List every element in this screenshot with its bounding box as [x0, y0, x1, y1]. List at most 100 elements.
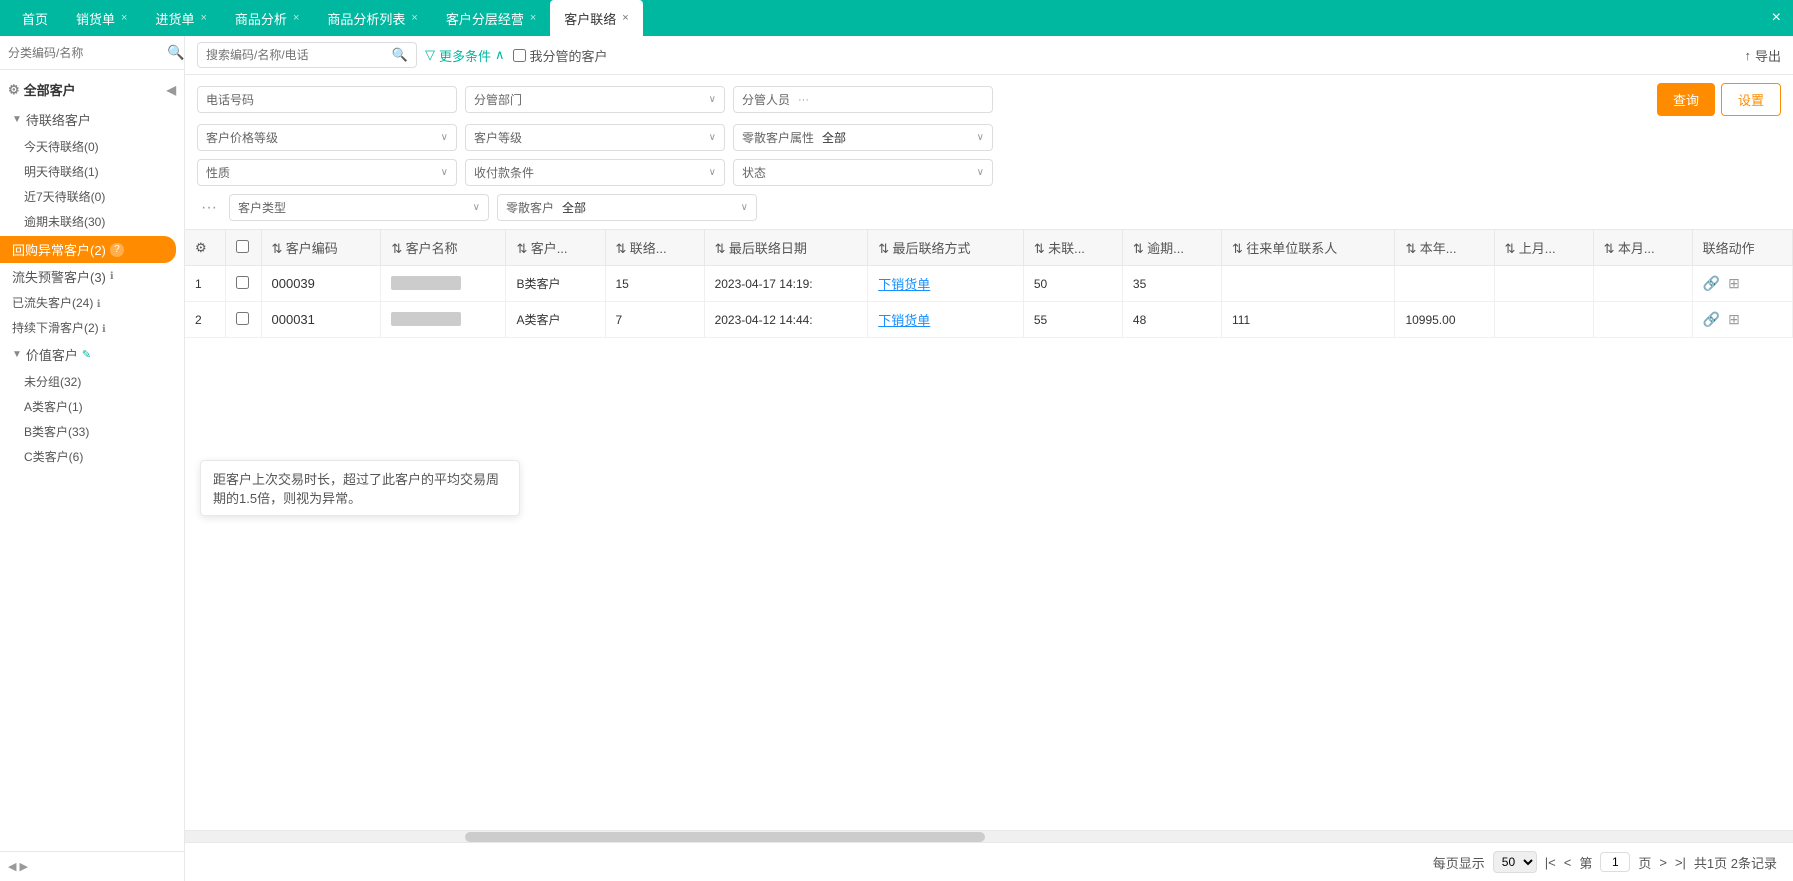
- table-row: 2 000031 A类客户 7 2023-04-12 14:44:: [185, 302, 1793, 338]
- collapse-icon[interactable]: ◀: [167, 83, 176, 97]
- b-class-customers[interactable]: B类客户(33): [0, 419, 184, 444]
- page-number-input[interactable]: [1600, 852, 1630, 872]
- row2-actions: 🔗 ⊞: [1703, 311, 1782, 328]
- sidebar-search-icon[interactable]: 🔍: [167, 44, 184, 61]
- row1-link-icon[interactable]: 🔗: [1703, 275, 1720, 292]
- filter-row-4: ··· 客户类型 ∨ 零散客户 全部 ∨: [197, 194, 1781, 221]
- row1-last-method[interactable]: 下销货单: [868, 266, 1024, 302]
- col-this-month: ⇅ 本月...: [1593, 230, 1692, 266]
- nav-home[interactable]: 首页: [8, 0, 62, 36]
- repurchase-abnormal[interactable]: 回购异常客户(2) ?: [0, 236, 176, 263]
- my-customers-filter[interactable]: 我分管的客户: [513, 46, 608, 65]
- edit-value-icon[interactable]: ✎: [82, 348, 91, 361]
- customer-level-filter[interactable]: 客户等级 ∨: [465, 124, 725, 151]
- settings-button[interactable]: 设置: [1721, 83, 1781, 116]
- churn-warning[interactable]: 流失预警客户(3) ℹ: [0, 263, 184, 290]
- sidebar-bottom: ◀ ▶: [0, 851, 184, 881]
- all-customers-header[interactable]: ⚙ 全部客户 ◀: [0, 74, 184, 105]
- nav-close-purchase-order[interactable]: ×: [200, 12, 206, 24]
- pagination-bar: 每页显示 50 |< < 第 页 > >| 共1页 2条记录: [185, 842, 1793, 881]
- next-last-btn[interactable]: >|: [1675, 855, 1686, 870]
- nav-purchase-order[interactable]: 进货单 ×: [141, 0, 220, 36]
- row2-this-month: [1593, 302, 1692, 338]
- next-btn[interactable]: >: [1659, 855, 1667, 870]
- today-waiting[interactable]: 今天待联络(0): [0, 134, 184, 159]
- prev-first-btn[interactable]: |<: [1545, 855, 1556, 870]
- row2-link-icon[interactable]: 🔗: [1703, 311, 1720, 328]
- nav-close-sales-order[interactable]: ×: [121, 12, 127, 24]
- sidebar-search-input[interactable]: [8, 46, 163, 60]
- nav-close-customer-contact[interactable]: ×: [622, 12, 628, 24]
- customer-type-filter[interactable]: 客户类型 ∨: [229, 194, 489, 221]
- customer-search-icon[interactable]: 🔍: [392, 47, 408, 63]
- tomorrow-waiting[interactable]: 明天待联络(1): [0, 159, 184, 184]
- main-content: 🔍 ▽ 更多条件 ∧ 我分管的客户 ↑ 导出 电话号码: [185, 36, 1793, 881]
- search-box: 🔍: [197, 42, 417, 68]
- nav-close-customer-tier[interactable]: ×: [530, 12, 536, 24]
- unassigned-group[interactable]: 未分组(32): [0, 369, 184, 394]
- sort-icon-this-year: ⇅: [1405, 241, 1416, 256]
- query-button[interactable]: 查询: [1657, 83, 1715, 116]
- overdue-waiting[interactable]: 逾期未联络(30): [0, 209, 184, 234]
- nav-customer-tier[interactable]: 客户分层经营 ×: [432, 0, 550, 36]
- sort-icon-code: ⇅: [272, 241, 283, 256]
- col-checkbox[interactable]: [225, 230, 261, 266]
- export-button[interactable]: ↑ 导出: [1744, 46, 1781, 65]
- my-customers-checkbox[interactable]: [513, 49, 526, 62]
- value-section-title[interactable]: ▼ 价值客户 ✎: [0, 340, 184, 369]
- main-layout: 🔍 ⚙ 全部客户 ◀ ▼ 待联络客户 今天待联络(0) 明天待联络(1) 近7天…: [0, 36, 1793, 881]
- customer-search-input[interactable]: [206, 48, 392, 62]
- select-all-checkbox[interactable]: [236, 240, 249, 253]
- manager-filter[interactable]: 分管人员 ···: [733, 86, 993, 113]
- row2-name: [381, 302, 506, 338]
- more-conditions-btn[interactable]: ▽ 更多条件 ∧: [425, 46, 505, 65]
- manager-more[interactable]: ···: [798, 94, 809, 106]
- sort-icon-contact: ⇅: [616, 241, 627, 256]
- price-level-filter[interactable]: 客户价格等级 ∨: [197, 124, 457, 151]
- department-filter[interactable]: 分管部门 ∨: [465, 86, 725, 113]
- sort-icon-date: ⇅: [715, 241, 726, 256]
- row2-grid-icon[interactable]: ⊞: [1728, 311, 1740, 328]
- a-class-customers[interactable]: A类客户(1): [0, 394, 184, 419]
- lost-customers[interactable]: 已流失客户(24) ℹ: [0, 290, 184, 315]
- row1-grid-icon[interactable]: ⊞: [1728, 275, 1740, 292]
- close-all-button[interactable]: ×: [1772, 9, 1781, 27]
- nav-product-analysis[interactable]: 商品分析 ×: [221, 0, 313, 36]
- waiting-section-title[interactable]: ▼ 待联络客户: [0, 105, 184, 134]
- nav-close-product-analysis-list[interactable]: ×: [411, 12, 417, 24]
- phone-filter[interactable]: 电话号码: [197, 86, 457, 113]
- page-label: 第: [1579, 853, 1592, 872]
- row1-actions: 🔗 ⊞: [1703, 275, 1782, 292]
- col-last-date: ⇅ 最后联络日期: [704, 230, 868, 266]
- retail-attr-filter[interactable]: 零散客户属性 全部 ∨: [733, 124, 993, 151]
- retail-customer-filter[interactable]: 零散客户 全部 ∨: [497, 194, 757, 221]
- col-settings[interactable]: ⚙: [185, 230, 225, 266]
- row1-this-year: [1395, 266, 1494, 302]
- scrollbar-thumb[interactable]: [465, 832, 985, 842]
- row2-checkbox[interactable]: [225, 302, 261, 338]
- per-page-select[interactable]: 50: [1493, 851, 1537, 873]
- row1-select[interactable]: [236, 276, 249, 289]
- nav-sales-order[interactable]: 销货单 ×: [62, 0, 141, 36]
- horizontal-scrollbar[interactable]: [185, 830, 1793, 842]
- prev-btn[interactable]: <: [1564, 855, 1572, 870]
- row2-type: A类客户: [506, 302, 605, 338]
- settings-icon[interactable]: ⚙: [195, 240, 207, 255]
- nav-customer-contact[interactable]: 客户联络 ×: [550, 0, 642, 36]
- row2-select[interactable]: [236, 312, 249, 325]
- chevron-down-icon: ∧: [495, 47, 505, 63]
- c-class-customers[interactable]: C类客户(6): [0, 444, 184, 469]
- col-name: ⇅ 客户名称: [381, 230, 506, 266]
- payment-filter[interactable]: 收付款条件 ∨: [465, 159, 725, 186]
- row1-checkbox[interactable]: [225, 266, 261, 302]
- week-waiting[interactable]: 近7天待联络(0): [0, 184, 184, 209]
- nav-close-product-analysis[interactable]: ×: [293, 12, 299, 24]
- col-unlisted: ⇅ 未联...: [1023, 230, 1122, 266]
- status-filter[interactable]: 状态 ∨: [733, 159, 993, 186]
- row2-last-method[interactable]: 下销货单: [868, 302, 1024, 338]
- declining-customers[interactable]: 持续下滑客户(2) ℹ: [0, 315, 184, 340]
- status-dropdown: ∨: [977, 167, 984, 178]
- gender-filter[interactable]: 性质 ∨: [197, 159, 457, 186]
- row4-more[interactable]: ···: [201, 199, 217, 217]
- nav-product-analysis-list[interactable]: 商品分析列表 ×: [313, 0, 431, 36]
